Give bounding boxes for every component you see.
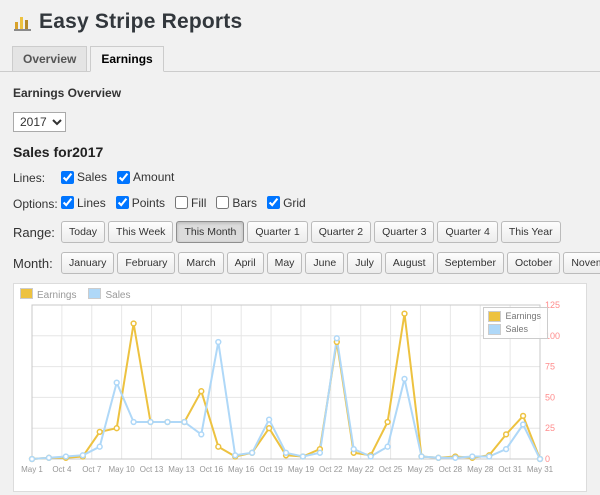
lines-sales-input[interactable] xyxy=(61,170,74,184)
year-select-row: 2017 xyxy=(13,112,587,132)
svg-text:Oct 28: Oct 28 xyxy=(439,465,463,474)
options-bars-checkbox[interactable]: Bars xyxy=(216,196,257,210)
options-grid-input[interactable] xyxy=(267,196,281,209)
month-button-group: January February March April May June July Augu… xyxy=(61,252,600,274)
lines-amount-input[interactable] xyxy=(117,170,131,184)
month-july-button[interactable]: July xyxy=(347,252,382,274)
range-quarter-4-button[interactable]: Quarter 4 xyxy=(437,221,498,243)
sales-heading: Sales for2017 xyxy=(13,144,104,160)
options-lines-checkbox[interactable]: Lines xyxy=(61,196,106,210)
range-today-button[interactable]: Today xyxy=(61,221,106,243)
options-bars-input[interactable] xyxy=(216,196,230,209)
svg-text:75: 75 xyxy=(545,362,555,372)
chart-legend-box: Earnings Sales xyxy=(483,307,548,339)
range-button-row: Range: Today This Week This Month Quarter 1… xyxy=(13,221,587,243)
lines-checkbox-group: Sales Amount xyxy=(61,170,184,187)
earnings-chart: Earnings Sales May 1 Oct 4 Oct 7 May 10 Oct 1… xyxy=(13,283,587,492)
page-header: Easy Stripe Reports xyxy=(0,0,600,36)
range-this-week-button[interactable]: This Week xyxy=(108,221,174,243)
plugin-chart-icon xyxy=(14,14,31,31)
month-march-button[interactable]: March xyxy=(178,252,224,274)
svg-text:Oct 16: Oct 16 xyxy=(200,465,224,474)
svg-text:25: 25 xyxy=(545,423,555,433)
lines-sales-checkbox[interactable]: Sales xyxy=(61,170,107,184)
month-february-button[interactable]: February xyxy=(117,252,176,274)
range-this-year-button[interactable]: This Year xyxy=(500,221,561,243)
month-april-button[interactable]: April xyxy=(226,252,264,274)
svg-text:50: 50 xyxy=(545,392,555,402)
tab-earnings[interactable]: Earnings xyxy=(90,46,164,72)
options-points-label: Points xyxy=(131,195,166,210)
month-button-row: Month: January February March April May June J… xyxy=(13,252,600,274)
month-june-button[interactable]: June xyxy=(305,252,345,274)
svg-text:May 25: May 25 xyxy=(407,465,434,474)
tab-bar: Overview Earnings xyxy=(0,46,600,72)
lines-amount-label: Amount xyxy=(133,170,175,184)
svg-text:Oct 13: Oct 13 xyxy=(140,465,164,474)
month-may-button[interactable]: May xyxy=(266,252,303,274)
legend-item-earnings: Earnings xyxy=(20,287,76,301)
options-grid-label: Grid xyxy=(283,195,306,210)
month-label: Month: xyxy=(13,255,53,271)
svg-text:May 22: May 22 xyxy=(348,465,375,474)
admin-page: Easy Stripe Reports Overview Earnings Ear… xyxy=(0,0,600,492)
tab-content: Earnings Overview 2017 Sales for2017 Lin… xyxy=(0,72,600,492)
svg-text:May 10: May 10 xyxy=(109,465,136,474)
options-grid-checkbox[interactable]: Grid xyxy=(267,196,306,210)
range-button-group: Today This Week This Month Quarter 1 Quarter… xyxy=(61,221,564,243)
svg-text:Oct 4: Oct 4 xyxy=(52,465,72,474)
month-november-button[interactable]: November xyxy=(563,252,600,274)
svg-text:Oct 31: Oct 31 xyxy=(498,465,522,474)
lines-amount-checkbox[interactable]: Amount xyxy=(117,170,174,184)
legend-box-item-sales: Sales xyxy=(488,323,541,336)
options-lines-label: Lines xyxy=(77,195,106,210)
legend-box-item-earnings: Earnings xyxy=(488,310,541,323)
legend-item-sales: Sales xyxy=(88,287,130,301)
svg-text:0: 0 xyxy=(545,454,550,464)
month-september-button[interactable]: September xyxy=(436,252,504,274)
svg-text:Oct 22: Oct 22 xyxy=(319,465,343,474)
options-filter-label: Options: xyxy=(13,196,58,211)
options-lines-input[interactable] xyxy=(61,196,74,209)
lines-filter-label: Lines: xyxy=(13,171,46,186)
month-january-button[interactable]: January xyxy=(61,252,115,274)
options-points-input[interactable] xyxy=(115,196,129,209)
svg-text:May 28: May 28 xyxy=(467,465,494,474)
svg-text:May 1: May 1 xyxy=(21,465,43,474)
lines-sales-label: Sales xyxy=(77,170,108,184)
section-heading: Earnings Overview xyxy=(13,86,122,100)
range-label: Range: xyxy=(13,224,55,240)
range-this-month-button[interactable]: This Month xyxy=(176,221,245,243)
options-bars-label: Bars xyxy=(232,195,258,210)
chart-legend-top: Earnings Sales xyxy=(18,287,582,301)
chart-plot-area: May 1 Oct 4 Oct 7 May 10 Oct 13 May 13 Oct 16 M… xyxy=(18,300,582,486)
options-points-checkbox[interactable]: Points xyxy=(115,195,166,210)
options-checkbox-group: Lines Points Fill Bars Grid xyxy=(61,196,316,213)
svg-text:May 31: May 31 xyxy=(527,465,554,474)
month-october-button[interactable]: October xyxy=(506,252,561,274)
range-quarter-2-button[interactable]: Quarter 2 xyxy=(310,221,372,243)
page-title: Easy Stripe Reports xyxy=(39,10,243,33)
year-select[interactable]: 2017 xyxy=(13,112,66,132)
options-filter-row: Options: Lines Points Fill Bars Grid xyxy=(13,196,587,213)
range-quarter-3-button[interactable]: Quarter 3 xyxy=(374,221,435,243)
svg-text:Oct 25: Oct 25 xyxy=(379,465,403,474)
month-august-button[interactable]: August xyxy=(384,252,434,274)
lines-filter-row: Lines: Sales Amount xyxy=(13,170,587,187)
options-fill-checkbox[interactable]: Fill xyxy=(175,196,206,210)
svg-text:Oct 19: Oct 19 xyxy=(259,465,283,474)
range-quarter-1-button[interactable]: Quarter 1 xyxy=(247,221,308,243)
svg-text:May 19: May 19 xyxy=(288,465,315,474)
options-fill-input[interactable] xyxy=(175,196,189,209)
tab-overview[interactable]: Overview xyxy=(12,46,88,72)
svg-text:Oct 7: Oct 7 xyxy=(82,465,102,474)
options-fill-label: Fill xyxy=(191,195,207,210)
svg-text:May 13: May 13 xyxy=(168,465,195,474)
svg-text:May 16: May 16 xyxy=(228,465,255,474)
